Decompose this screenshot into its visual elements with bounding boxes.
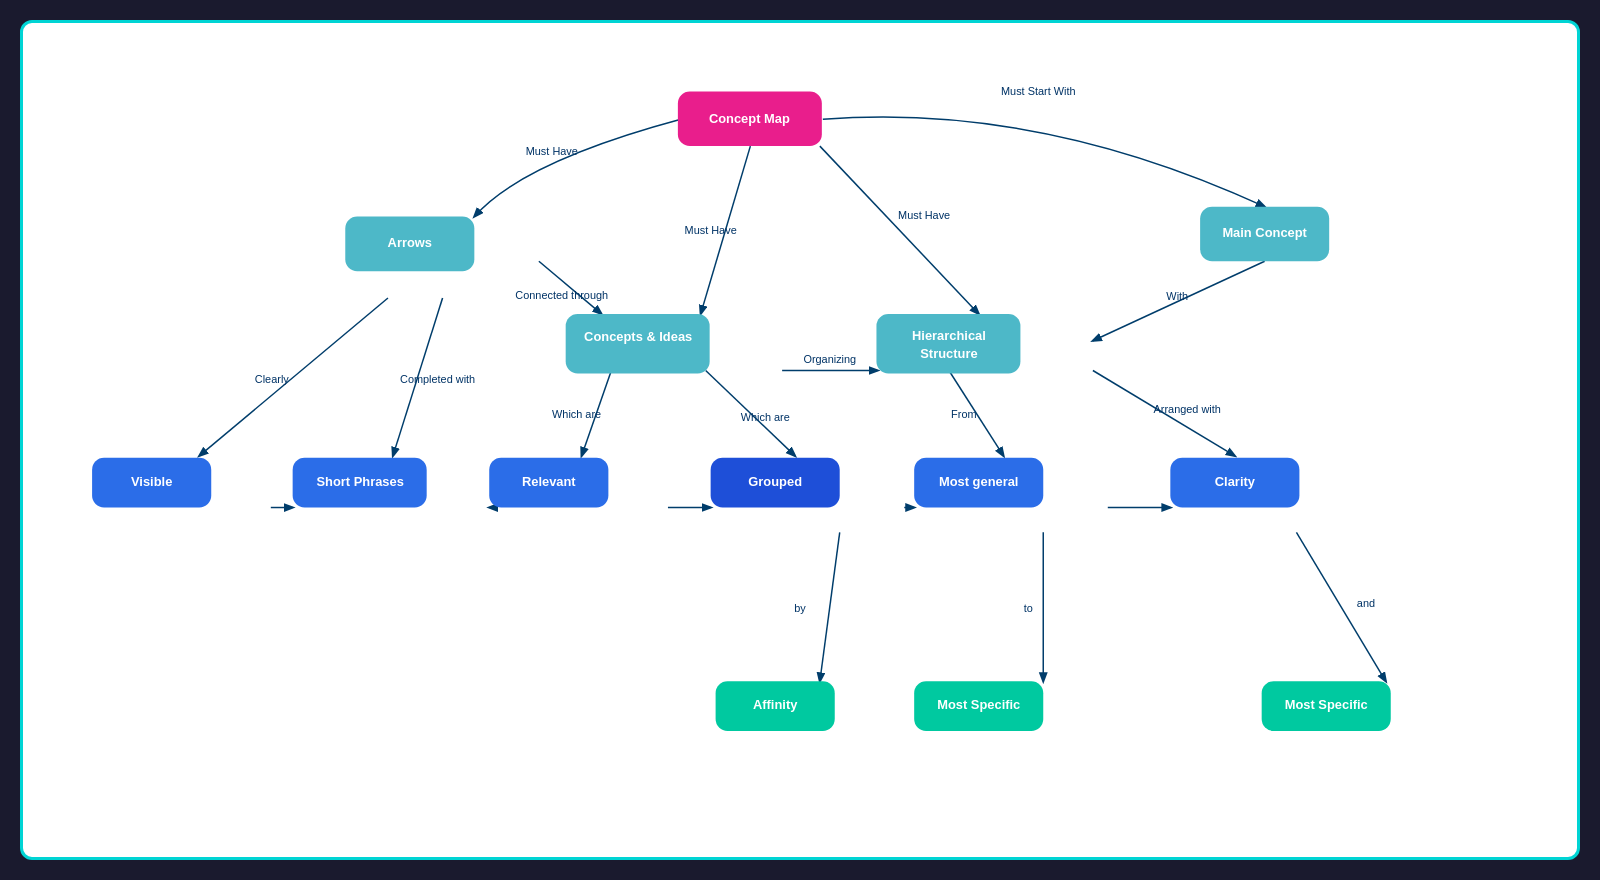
node-grouped-label: Grouped (748, 474, 802, 489)
node-hierarchical-label2: Structure (920, 346, 977, 361)
diagram-frame: Must Have Must Have Must Have Must Start… (20, 20, 1580, 860)
edge-arrows-visible (199, 298, 388, 456)
node-hierarchical[interactable] (876, 314, 1020, 374)
node-concepts-ideas-label1: Concepts & Ideas (584, 329, 692, 344)
edge-label-must-have-concepts: Must Have (685, 224, 737, 236)
node-main-concept-label: Main Concept (1222, 225, 1307, 240)
node-relevant-label: Relevant (522, 474, 576, 489)
edge-label-to: to (1024, 602, 1033, 614)
edge-label-organizing: Organizing (803, 353, 856, 365)
edge-concept-arrows (474, 119, 681, 216)
edge-label-and: and (1357, 597, 1375, 609)
edge-grouped-affinity (820, 532, 840, 681)
node-clarity-label: Clarity (1215, 474, 1256, 489)
edge-arrows-concepts (539, 261, 602, 314)
edge-label-arranged-with: Arranged with (1154, 403, 1221, 415)
edge-label-must-start-with: Must Start With (1001, 85, 1076, 97)
edge-label-connected-through: Connected through (515, 289, 608, 301)
edge-label-must-have-hierarchical: Must Have (898, 209, 950, 221)
edge-label-completed-with: Completed with (400, 373, 475, 385)
node-arrows-label: Arrows (388, 235, 432, 250)
node-short-phrases-label: Short Phrases (316, 474, 403, 489)
node-most-specific-2-label: Most Specific (1285, 697, 1368, 712)
edge-label-clearly: Clearly (255, 373, 289, 385)
edge-label-must-have-arrows: Must Have (526, 145, 578, 157)
node-visible-label: Visible (131, 474, 172, 489)
node-affinity-label: Affinity (753, 697, 798, 712)
node-most-general-label: Most general (939, 474, 1019, 489)
edge-label-from: From (951, 408, 976, 420)
edge-label-with: With (1166, 290, 1188, 302)
edge-concept-main (823, 117, 1265, 207)
edge-label-which-are1: Which are (552, 408, 601, 420)
edge-concept-hierarchical (820, 146, 979, 314)
edge-label-which-are2: Which are (741, 411, 790, 423)
node-hierarchical-label1: Hierarchical (912, 328, 986, 343)
node-concept-map-label: Concept Map (709, 111, 790, 126)
edge-label-by: by (794, 602, 806, 614)
node-most-specific-1-label: Most Specific (937, 697, 1020, 712)
